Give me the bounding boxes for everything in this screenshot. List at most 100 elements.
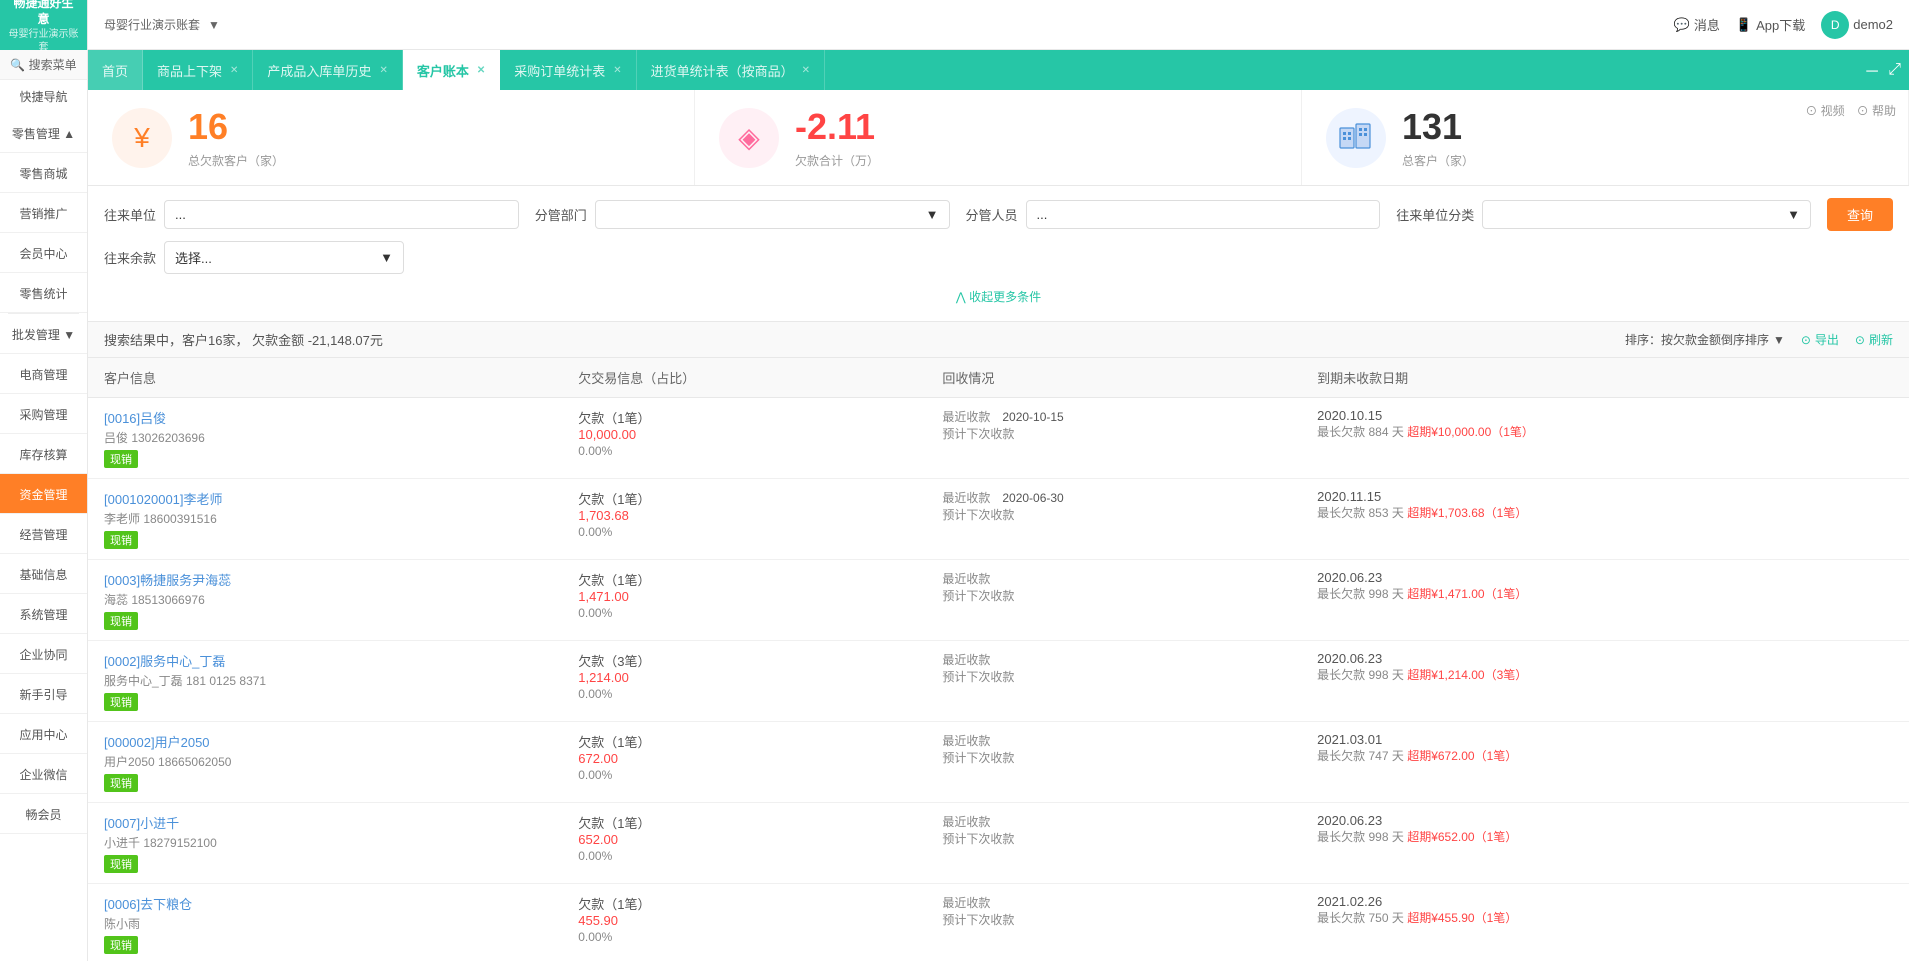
- result-actions: 排序：按欠款金额倒序排序 ▼ ⊙ 导出 ⊙ 刷新: [1625, 331, 1893, 348]
- tab-product-offshelf[interactable]: 商品上下架 ✕: [143, 50, 253, 90]
- cell-due-0: 2020.10.15 最长欠款 884 天 超期¥10,000.00（1笔）: [1301, 398, 1909, 479]
- debt-amount-0: 10,000.00: [578, 427, 910, 442]
- overdue-link-2[interactable]: 超期¥1,471.00（1笔）: [1407, 587, 1527, 601]
- filter-unit-category: 往来单位分类 ▼: [1396, 200, 1811, 229]
- customer-name-link-0[interactable]: [0016]吕俊: [104, 408, 546, 427]
- overdue-link-0[interactable]: 超期¥10,000.00（1笔）: [1407, 425, 1534, 439]
- tab-minimize-icon[interactable]: －: [1864, 58, 1880, 82]
- stat-value-overdue-amount: -2.11: [795, 106, 879, 148]
- user-avatar[interactable]: D demo2: [1821, 11, 1893, 39]
- tab-customer-account[interactable]: 客户账本 ✕: [403, 50, 500, 90]
- refresh-button[interactable]: ⊙ 刷新: [1855, 331, 1893, 348]
- overdue-link-5[interactable]: 超期¥652.00（1笔）: [1407, 830, 1517, 844]
- dept-input[interactable]: ▼: [595, 200, 950, 229]
- customer-tag-2: 现销: [104, 612, 138, 630]
- next-collect-0: 预计下次收款: [942, 425, 1285, 442]
- tab-inbound-stats-close[interactable]: ✕: [802, 65, 810, 76]
- unit-category-input[interactable]: ▼: [1482, 200, 1811, 229]
- sidebar-item-inventory[interactable]: 库存核算: [0, 434, 87, 474]
- cell-debt-3: 欠款（3笔） 1,214.00 0.00%: [562, 641, 926, 722]
- sidebar-item-apps[interactable]: 应用中心: [0, 714, 87, 754]
- customer-tag-0: 现销: [104, 450, 138, 468]
- tab-maximize-icon[interactable]: ⤢: [1888, 61, 1901, 79]
- sidebar-item-system[interactable]: 系统管理: [0, 594, 87, 634]
- tab-home-label: 首页: [102, 61, 128, 80]
- overdue-days-1: 最长欠款 853 天 超期¥1,703.68（1笔）: [1317, 504, 1893, 521]
- sidebar-item-retail-shop[interactable]: 零售商城: [0, 153, 87, 193]
- customer-tag-3: 现销: [104, 693, 138, 711]
- filter-label-manager: 分管人员: [966, 205, 1018, 224]
- tab-inbound-stats-label: 进货单统计表（按商品）: [651, 61, 794, 80]
- overdue-link-3[interactable]: 超期¥1,214.00（3笔）: [1407, 668, 1527, 682]
- sidebar-item-corp[interactable]: 企业协同: [0, 634, 87, 674]
- tab-product-history[interactable]: 产成品入库单历史 ✕: [253, 50, 402, 90]
- table-row: [0001020001]李老师 李老师 18600391516 现销 欠款（1笔…: [88, 479, 1909, 560]
- export-button[interactable]: ⊙ 导出: [1801, 331, 1839, 348]
- sidebar-item-basic[interactable]: 基础信息: [0, 554, 87, 594]
- customer-name-link-6[interactable]: [0006]去下粮仓: [104, 894, 546, 913]
- col-collection: 回收情况: [926, 358, 1301, 398]
- sidebar-item-member[interactable]: 会员中心: [0, 233, 87, 273]
- message-button[interactable]: 💬 消息: [1674, 15, 1720, 34]
- customer-name-link-5[interactable]: [0007]小进千: [104, 813, 546, 832]
- app-download-button[interactable]: 📱 App下载: [1736, 15, 1805, 34]
- debt-amount-4: 672.00: [578, 751, 910, 766]
- cell-customer-5: [0007]小进千 小进千 18279152100 现销: [88, 803, 562, 884]
- debt-amount-2: 1,471.00: [578, 589, 910, 604]
- sidebar-item-marketing[interactable]: 营销推广: [0, 193, 87, 233]
- quick-nav[interactable]: 快捷导航: [0, 80, 87, 113]
- sidebar-search-label: 搜索菜单: [29, 58, 77, 72]
- sidebar-item-ops[interactable]: 经营管理: [0, 514, 87, 554]
- debt-amount-1: 1,703.68: [578, 508, 910, 523]
- tab-product-offshelf-close[interactable]: ✕: [230, 65, 238, 76]
- stat-value-overdue-customers: 16: [188, 106, 284, 148]
- customer-name-link-4[interactable]: [000002]用户2050: [104, 732, 546, 751]
- cell-debt-2: 欠款（1笔） 1,471.00 0.00%: [562, 560, 926, 641]
- video-help-btn[interactable]: ⊙ 视频: [1805, 102, 1844, 119]
- stat-total-customers: 131 总客户（家） ⊙ 视频 ⊙ 帮助: [1302, 90, 1909, 185]
- collapse-filters[interactable]: ⋀ 收起更多条件: [104, 284, 1893, 309]
- stat-info-amount: -2.11 欠款合计（万）: [795, 106, 879, 169]
- balance-type-input[interactable]: 选择... ▼: [164, 241, 404, 274]
- tab-customer-account-close[interactable]: ✕: [477, 65, 485, 76]
- sidebar-item-corp-wechat[interactable]: 企业微信: [0, 754, 87, 794]
- debt-desc-2: 欠款（1笔）: [578, 570, 910, 589]
- sidebar-item-newbie[interactable]: 新手引导: [0, 674, 87, 714]
- due-date-5: 2020.06.23: [1317, 813, 1893, 828]
- topbar-dropdown-icon[interactable]: ▼: [208, 18, 220, 32]
- sidebar-item-retail-mgmt[interactable]: 零售管理 ▲: [0, 113, 87, 153]
- customer-name-link-1[interactable]: [0001020001]李老师: [104, 489, 546, 508]
- sidebar-search[interactable]: 🔍 搜索菜单: [0, 50, 87, 80]
- search-button[interactable]: 查询: [1827, 198, 1893, 231]
- table-container: 客户信息 欠交易信息（占比） 回收情况 到期未收款日期 [0016]吕俊 吕俊 …: [88, 358, 1909, 961]
- result-amount-text: 欠款金额 -21,148.07元: [252, 333, 383, 348]
- sidebar-item-batch-mgmt[interactable]: 批发管理 ▼: [0, 314, 87, 354]
- sidebar-item-finance[interactable]: 资金管理: [0, 474, 87, 514]
- sidebar-item-ecommerce[interactable]: 电商管理: [0, 354, 87, 394]
- next-collect-6: 预计下次收款: [942, 911, 1285, 928]
- cell-collection-2: 最近收款 预计下次收款: [926, 560, 1301, 641]
- collapse-label: 收起更多条件: [969, 290, 1041, 304]
- due-date-2: 2020.06.23: [1317, 570, 1893, 585]
- tab-purchase-stats-close[interactable]: ✕: [613, 65, 621, 76]
- overdue-link-4[interactable]: 超期¥672.00（1笔）: [1407, 749, 1517, 763]
- customer-name-link-3[interactable]: [0002]服务中心_丁磊: [104, 651, 546, 670]
- overdue-link-6[interactable]: 超期¥455.90（1笔）: [1407, 911, 1517, 925]
- table-row: [0003]畅捷服务尹海蕊 海蕊 18513066976 现销 欠款（1笔） 1…: [88, 560, 1909, 641]
- customer-contact-1: 李老师 18600391516: [104, 510, 546, 527]
- tab-product-history-close[interactable]: ✕: [379, 65, 387, 76]
- tab-home[interactable]: 首页: [88, 50, 143, 90]
- sidebar-item-retail-stats[interactable]: 零售统计: [0, 273, 87, 313]
- cell-customer-6: [0006]去下粮仓 陈小雨 现销: [88, 884, 562, 961]
- overdue-link-1[interactable]: 超期¥1,703.68（1笔）: [1407, 506, 1527, 520]
- customer-name-link-2[interactable]: [0003]畅捷服务尹海蕊: [104, 570, 546, 589]
- sort-selector[interactable]: 排序：按欠款金额倒序排序 ▼: [1625, 331, 1785, 348]
- from-unit-input[interactable]: ...: [164, 200, 519, 229]
- cell-collection-0: 最近收款 2020-10-15 预计下次收款: [926, 398, 1301, 479]
- manager-input[interactable]: ...: [1026, 200, 1381, 229]
- tab-inbound-stats[interactable]: 进货单统计表（按商品） ✕: [637, 50, 825, 90]
- tab-purchase-stats[interactable]: 采购订单统计表 ✕: [500, 50, 636, 90]
- help-btn[interactable]: ⊙ 帮助: [1857, 102, 1896, 119]
- sidebar-item-purchase[interactable]: 采购管理: [0, 394, 87, 434]
- sidebar-item-member-plus[interactable]: 畅会员: [0, 794, 87, 834]
